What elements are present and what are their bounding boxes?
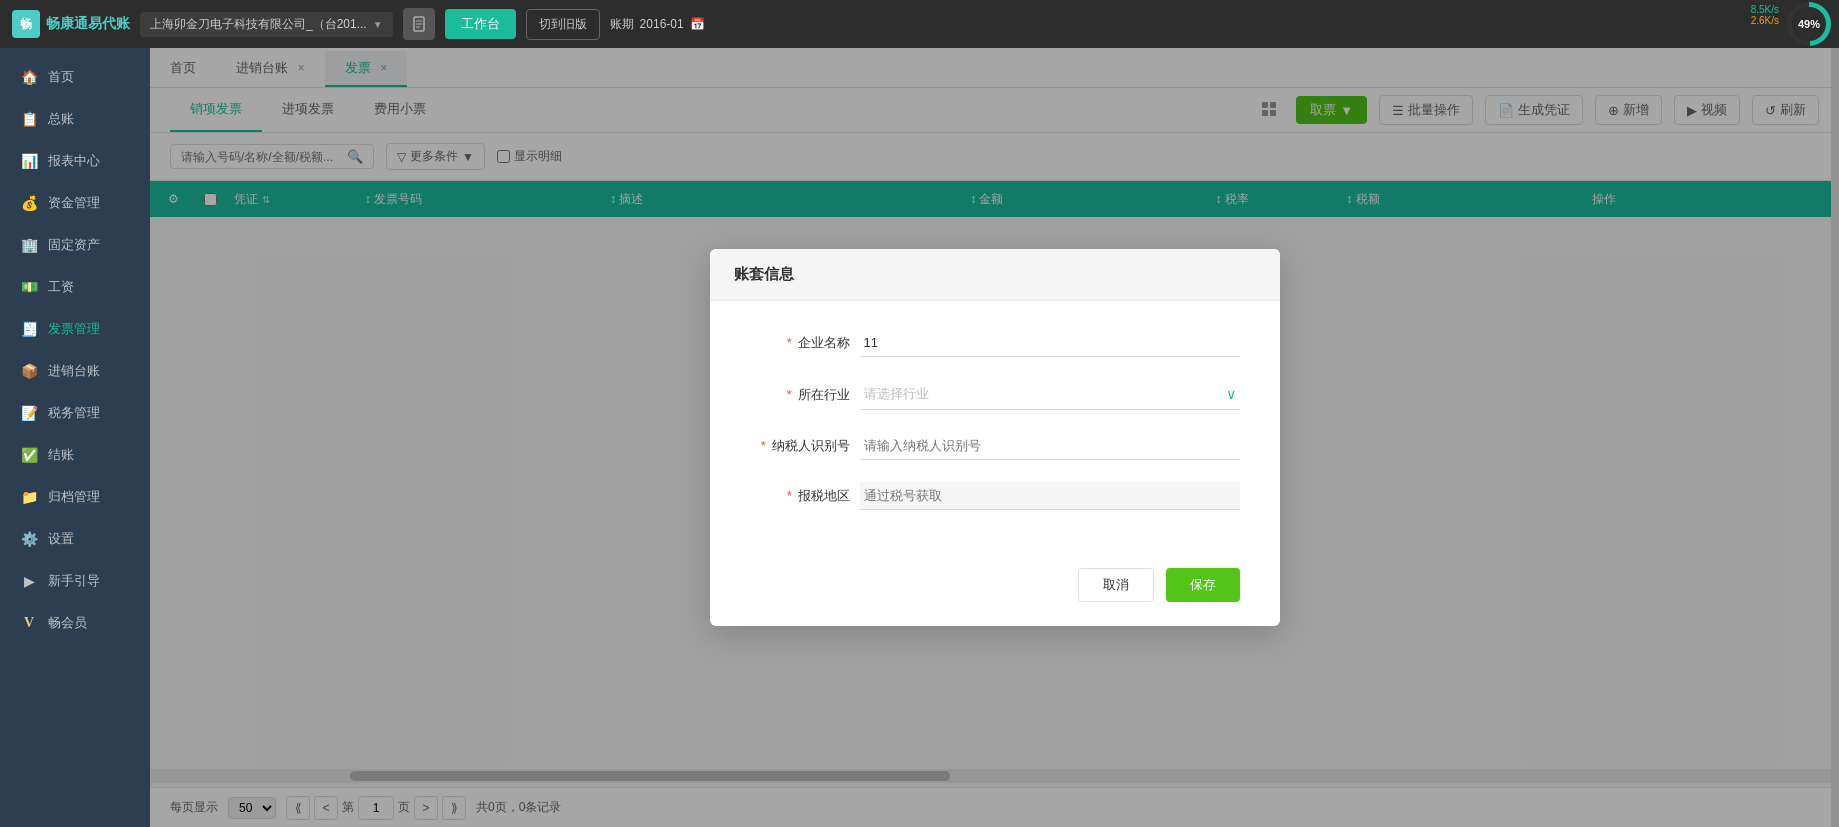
company-name: 上海卯金刀电子科技有限公司_（台201... — [150, 16, 367, 33]
tax-region-required-star: * — [787, 488, 792, 503]
payroll-icon: 💵 — [20, 278, 38, 296]
account-info-modal: 账套信息 * 企业名称 * 所在行业 — [710, 249, 1280, 626]
tax-id-required-star: * — [761, 438, 766, 453]
reports-icon: 📊 — [20, 152, 38, 170]
industry-required-star: * — [787, 387, 792, 402]
sidebar-label-purchase: 进销台账 — [48, 362, 100, 380]
document-icon[interactable] — [403, 8, 435, 40]
modal-body: * 企业名称 * 所在行业 请选择行业 ∨ — [710, 301, 1280, 552]
modal-header: 账套信息 — [710, 249, 1280, 301]
company-name-row: * 企业名称 — [750, 329, 1240, 357]
sidebar-label-invoice: 发票管理 — [48, 320, 100, 338]
sidebar-item-assets[interactable]: 🏢 固定资产 — [0, 224, 150, 266]
archive-icon: 📁 — [20, 488, 38, 506]
cancel-button[interactable]: 取消 — [1078, 568, 1154, 602]
logo-area: 畅 畅康通易代账 — [12, 10, 130, 38]
sidebar-label-settings: 设置 — [48, 530, 74, 548]
modal-footer: 取消 保存 — [710, 552, 1280, 626]
sidebar-label-funds: 资金管理 — [48, 194, 100, 212]
upload-speed: 8.5K/s — [1751, 4, 1779, 15]
save-button[interactable]: 保存 — [1166, 568, 1240, 602]
company-name-input[interactable] — [860, 329, 1240, 357]
company-name-label: * 企业名称 — [750, 334, 860, 352]
sidebar-item-reports[interactable]: 📊 报表中心 — [0, 140, 150, 182]
sidebar-label-ledger: 总账 — [48, 110, 74, 128]
modal-title: 账套信息 — [734, 265, 794, 282]
company-name-label-text: 企业名称 — [798, 335, 850, 350]
logo-icon: 畅 — [12, 10, 40, 38]
sidebar-item-settings[interactable]: ⚙️ 设置 — [0, 518, 150, 560]
tax-region-input — [860, 482, 1240, 510]
sidebar-item-ledger[interactable]: 📋 总账 — [0, 98, 150, 140]
progress-percent: 49% — [1792, 7, 1826, 41]
sidebar: 🏠 首页 📋 总账 📊 报表中心 💰 资金管理 🏢 固定资产 💵 工资 🧾 发票… — [0, 48, 150, 827]
workbench-button[interactable]: 工作台 — [445, 9, 516, 39]
member-icon: V — [20, 614, 38, 632]
home-icon: 🏠 — [20, 68, 38, 86]
modal-overlay: 账套信息 * 企业名称 * 所在行业 — [150, 48, 1839, 827]
purchase-icon: 📦 — [20, 362, 38, 380]
industry-select[interactable]: 请选择行业 ∨ — [860, 379, 1240, 410]
period-value: 2016-01 — [640, 17, 684, 31]
sidebar-label-guide: 新手引导 — [48, 572, 100, 590]
sidebar-item-purchase[interactable]: 📦 进销台账 — [0, 350, 150, 392]
sidebar-label-settlement: 结账 — [48, 446, 74, 464]
top-header: 畅 畅康通易代账 上海卯金刀电子科技有限公司_（台201... ▼ 工作台 切到… — [0, 0, 1839, 48]
company-selector[interactable]: 上海卯金刀电子科技有限公司_（台201... ▼ — [140, 12, 393, 37]
assets-icon: 🏢 — [20, 236, 38, 254]
sidebar-label-member: 畅会员 — [48, 614, 87, 632]
sidebar-item-invoice[interactable]: 🧾 发票管理 — [0, 308, 150, 350]
tax-id-label: * 纳税人识别号 — [750, 437, 860, 455]
sidebar-label-payroll: 工资 — [48, 278, 74, 296]
download-speed: 2.6K/s — [1751, 15, 1779, 26]
sidebar-item-archive[interactable]: 📁 归档管理 — [0, 476, 150, 518]
industry-placeholder: 请选择行业 — [864, 385, 1226, 403]
sidebar-label-tax: 税务管理 — [48, 404, 100, 422]
funds-icon: 💰 — [20, 194, 38, 212]
tax-id-row: * 纳税人识别号 — [750, 432, 1240, 460]
sidebar-item-tax[interactable]: 📝 税务管理 — [0, 392, 150, 434]
period-area: 账期 2016-01 📅 — [610, 16, 705, 33]
sidebar-item-funds[interactable]: 💰 资金管理 — [0, 182, 150, 224]
tax-region-label-text: 报税地区 — [798, 488, 850, 503]
main-content: 首页 进销台账 × 发票 × 销项发票 进项发票 费用小票 — [150, 48, 1839, 827]
network-stats: 8.5K/s 2.6K/s — [1751, 4, 1779, 26]
industry-dropdown-icon: ∨ — [1226, 386, 1236, 402]
tax-region-label: * 报税地区 — [750, 487, 860, 505]
sidebar-item-payroll[interactable]: 💵 工资 — [0, 266, 150, 308]
sidebar-label-assets: 固定资产 — [48, 236, 100, 254]
settlement-icon: ✅ — [20, 446, 38, 464]
tax-icon: 📝 — [20, 404, 38, 422]
ledger-icon: 📋 — [20, 110, 38, 128]
period-label: 账期 — [610, 16, 634, 33]
calendar-icon[interactable]: 📅 — [690, 17, 705, 31]
industry-row: * 所在行业 请选择行业 ∨ — [750, 379, 1240, 410]
company-name-required-star: * — [787, 335, 792, 350]
sidebar-label-reports: 报表中心 — [48, 152, 100, 170]
sidebar-item-member[interactable]: V 畅会员 — [0, 602, 150, 644]
company-dropdown-arrow: ▼ — [373, 19, 383, 30]
tax-region-row: * 报税地区 — [750, 482, 1240, 510]
settings-icon: ⚙️ — [20, 530, 38, 548]
tax-id-label-text: 纳税人识别号 — [772, 438, 850, 453]
sidebar-item-settlement[interactable]: ✅ 结账 — [0, 434, 150, 476]
switch-old-button[interactable]: 切到旧版 — [526, 9, 600, 40]
sidebar-item-guide[interactable]: ▶ 新手引导 — [0, 560, 150, 602]
logo-text: 畅康通易代账 — [46, 15, 130, 33]
guide-icon: ▶ — [20, 572, 38, 590]
sidebar-item-home[interactable]: 🏠 首页 — [0, 56, 150, 98]
industry-label: * 所在行业 — [750, 386, 860, 404]
industry-label-text: 所在行业 — [798, 387, 850, 402]
tax-id-input[interactable] — [860, 432, 1240, 460]
sidebar-label-home: 首页 — [48, 68, 74, 86]
progress-circle: 49% — [1787, 2, 1831, 46]
invoice-icon: 🧾 — [20, 320, 38, 338]
sidebar-label-archive: 归档管理 — [48, 488, 100, 506]
